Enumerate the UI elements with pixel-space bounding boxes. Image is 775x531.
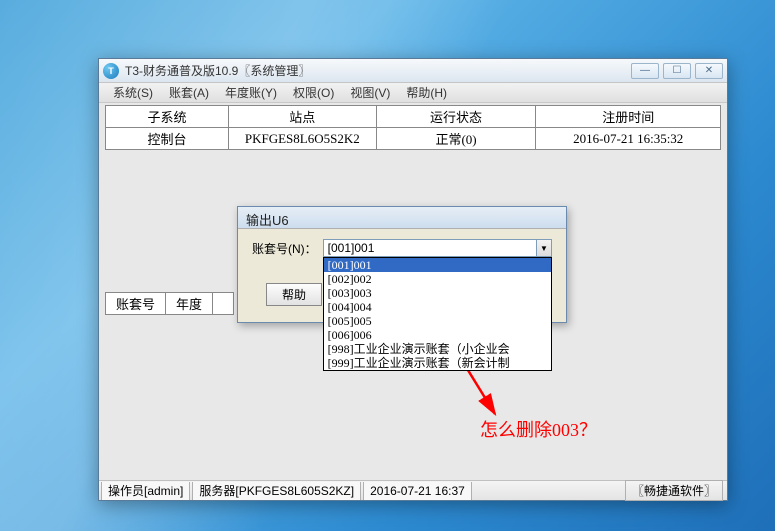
- account-combo[interactable]: [001]001 ▼ [001]001 [002]002 [003]003 [0…: [323, 239, 552, 257]
- menu-year-account[interactable]: 年度账(Y): [217, 82, 285, 103]
- app-icon: T: [103, 63, 119, 79]
- status-server: 服务器[PKFGES8L605S2KZ]: [192, 482, 361, 500]
- menu-system[interactable]: 系统(S): [105, 82, 161, 103]
- sub-col-account: 账套号: [106, 293, 166, 315]
- minimize-button[interactable]: —: [631, 63, 659, 79]
- option-001[interactable]: [001]001: [324, 258, 551, 272]
- annotation-text: 怎么删除003？: [480, 416, 597, 442]
- menu-view[interactable]: 视图(V): [342, 82, 398, 103]
- cell-reg-time: 2016-07-21 16:35:32: [536, 128, 721, 150]
- menu-account-set[interactable]: 账套(A): [161, 82, 217, 103]
- status-operator: 操作员[admin]: [101, 482, 190, 500]
- dialog-title: 输出U6: [238, 207, 566, 229]
- col-site: 站点: [229, 106, 377, 128]
- col-subsystem: 子系统: [106, 106, 229, 128]
- option-998[interactable]: [998]工业企业演示账套（小企业会: [324, 342, 551, 356]
- table-row[interactable]: 控制台 PKFGES8L6O5S2K2 正常(0) 2016-07-21 16:…: [106, 128, 721, 150]
- titlebar: T T3-财务通普及版10.9〖系统管理〗 — ☐ ✕: [99, 59, 727, 83]
- menubar: 系统(S) 账套(A) 年度账(Y) 权限(O) 视图(V) 帮助(H): [99, 83, 727, 103]
- cell-subsystem: 控制台: [106, 128, 229, 150]
- statusbar: 操作员[admin] 服务器[PKFGES8L605S2KZ] 2016-07-…: [99, 480, 727, 500]
- close-button[interactable]: ✕: [695, 63, 723, 79]
- status-datetime: 2016-07-21 16:37: [363, 482, 472, 500]
- account-label: 账套号(N)：: [252, 240, 317, 257]
- cell-site: PKFGES8L6O5S2K2: [229, 128, 377, 150]
- option-004[interactable]: [004]004: [324, 300, 551, 314]
- option-003[interactable]: [003]003: [324, 286, 551, 300]
- menu-permission[interactable]: 权限(O): [285, 82, 342, 103]
- help-button[interactable]: 帮助: [266, 283, 322, 306]
- option-002[interactable]: [002]002: [324, 272, 551, 286]
- chevron-down-icon[interactable]: ▼: [536, 239, 552, 257]
- option-005[interactable]: [005]005: [324, 314, 551, 328]
- cell-status: 正常(0): [376, 128, 536, 150]
- output-dialog: 输出U6 账套号(N)： [001]001 ▼ [001]001 [002]00…: [237, 206, 567, 323]
- combo-value: [001]001: [323, 239, 552, 257]
- window-title: T3-财务通普及版10.9〖系统管理〗: [125, 62, 631, 79]
- combo-dropdown: [001]001 [002]002 [003]003 [004]004 [005…: [323, 257, 552, 371]
- col-reg-time: 注册时间: [536, 106, 721, 128]
- option-006[interactable]: [006]006: [324, 328, 551, 342]
- sub-table: 账套号 年度: [105, 292, 234, 315]
- col-status: 运行状态: [376, 106, 536, 128]
- maximize-button[interactable]: ☐: [663, 63, 691, 79]
- menu-help[interactable]: 帮助(H): [398, 82, 455, 103]
- session-table: 子系统 站点 运行状态 注册时间 控制台 PKFGES8L6O5S2K2 正常(…: [105, 105, 721, 150]
- sub-col-year: 年度: [166, 293, 213, 315]
- option-999[interactable]: [999]工业企业演示账套（新会计制: [324, 356, 551, 370]
- status-brand: 〖畅捷通软件〗: [625, 480, 723, 501]
